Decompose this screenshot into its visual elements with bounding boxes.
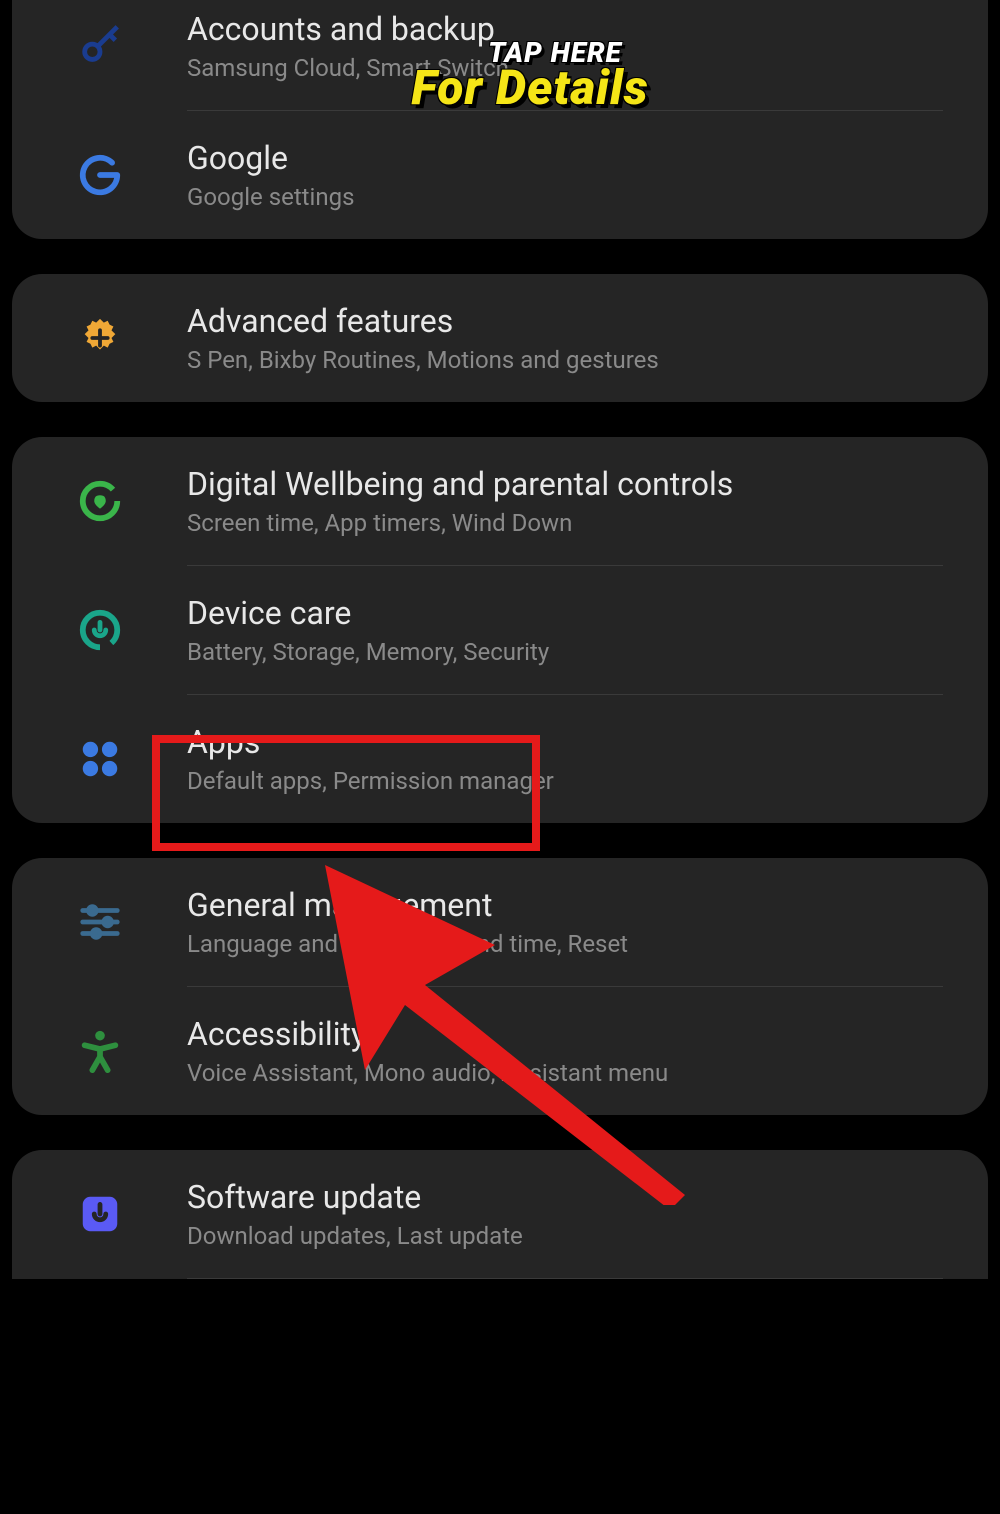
settings-row-device-care[interactable]: Device care Battery, Storage, Memory, Se…	[12, 566, 988, 694]
settings-group-advanced: Advanced features S Pen, Bixby Routines,…	[12, 274, 988, 402]
settings-row-accounts-backup[interactable]: Accounts and backup Samsung Cloud, Smart…	[12, 0, 988, 110]
row-subtitle: Screen time, App timers, Wind Down	[187, 509, 968, 537]
settings-group-system: General management Language and input, D…	[12, 858, 988, 1115]
google-icon	[77, 152, 123, 198]
row-title: Google	[187, 139, 968, 177]
row-subtitle: Voice Assistant, Mono audio, Assistant m…	[187, 1059, 968, 1087]
row-title: Apps	[187, 723, 968, 761]
sliders-icon	[77, 899, 123, 945]
settings-row-apps[interactable]: Apps Default apps, Permission manager	[12, 695, 988, 823]
person-icon	[77, 1028, 123, 1074]
row-subtitle: Battery, Storage, Memory, Security	[187, 638, 968, 666]
row-title: Digital Wellbeing and parental controls	[187, 465, 968, 503]
settings-row-general-management[interactable]: General management Language and input, D…	[12, 858, 988, 986]
divider	[187, 1278, 943, 1279]
row-title: Accessibility	[187, 1015, 968, 1053]
row-title: Accounts and backup	[187, 10, 968, 48]
settings-group-device: Digital Wellbeing and parental controls …	[12, 437, 988, 823]
row-subtitle: Default apps, Permission manager	[187, 767, 968, 795]
settings-row-accessibility[interactable]: Accessibility Voice Assistant, Mono audi…	[12, 987, 988, 1115]
row-subtitle: Samsung Cloud, Smart Switch	[187, 54, 968, 82]
settings-row-advanced-features[interactable]: Advanced features S Pen, Bixby Routines,…	[12, 274, 988, 402]
apps-icon	[77, 736, 123, 782]
update-icon	[77, 1191, 123, 1237]
plus-gear-icon	[77, 315, 123, 361]
row-subtitle: Language and input, Date and time, Reset	[187, 930, 968, 958]
settings-group-accounts: Accounts and backup Samsung Cloud, Smart…	[12, 0, 988, 239]
row-title: Software update	[187, 1178, 968, 1216]
row-title: General management	[187, 886, 968, 924]
settings-row-software-update[interactable]: Software update Download updates, Last u…	[12, 1150, 988, 1278]
settings-group-updates: Software update Download updates, Last u…	[12, 1150, 988, 1279]
device-care-icon	[77, 607, 123, 653]
key-icon	[77, 23, 123, 69]
row-title: Advanced features	[187, 302, 968, 340]
settings-row-google[interactable]: Google Google settings	[12, 111, 988, 239]
row-subtitle: Google settings	[187, 183, 968, 211]
row-title: Device care	[187, 594, 968, 632]
settings-row-digital-wellbeing[interactable]: Digital Wellbeing and parental controls …	[12, 437, 988, 565]
wellbeing-icon	[77, 478, 123, 524]
row-subtitle: S Pen, Bixby Routines, Motions and gestu…	[187, 346, 968, 374]
row-subtitle: Download updates, Last update	[187, 1222, 968, 1250]
